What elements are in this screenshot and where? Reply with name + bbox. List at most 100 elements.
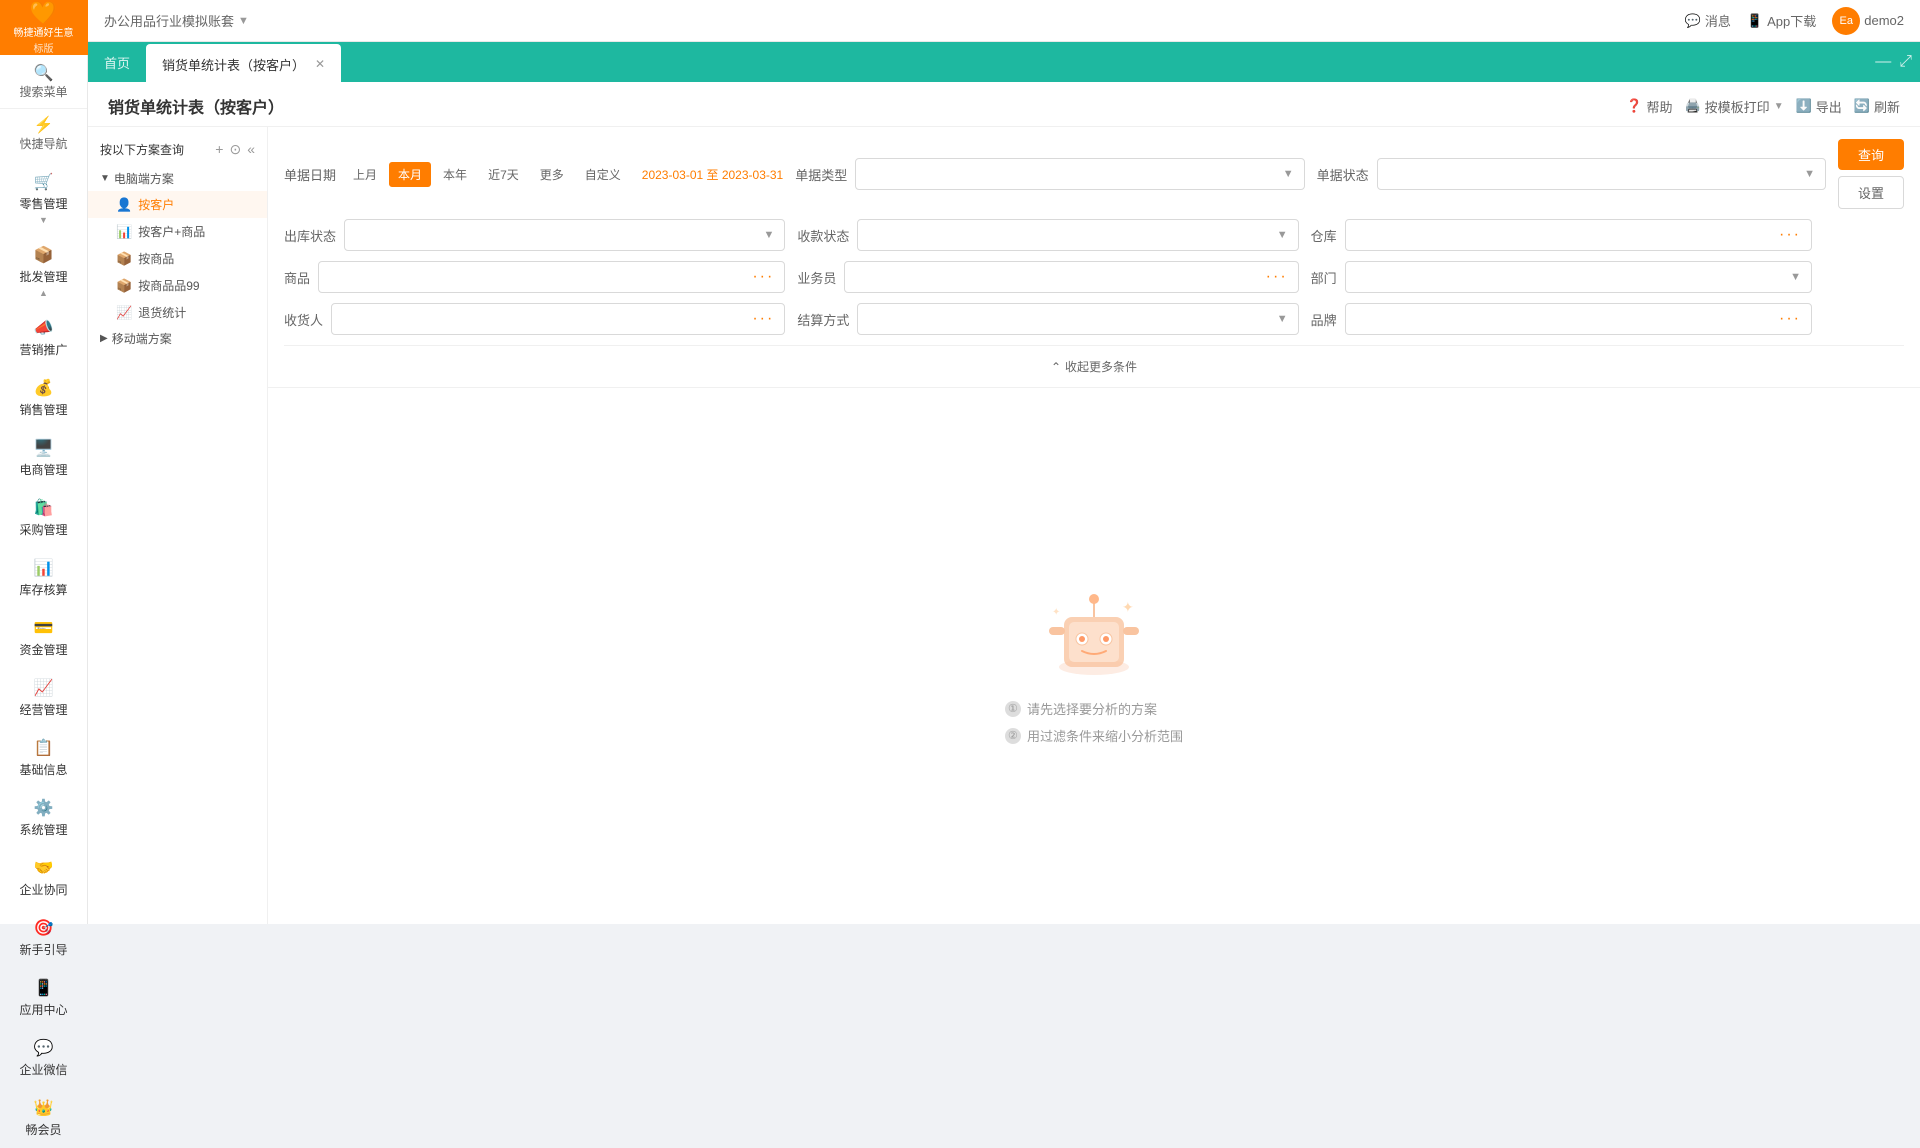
sidebar-item-member[interactable]: 👑 畅会员	[0, 1088, 87, 1148]
member-label: 畅会员	[25, 1121, 61, 1138]
salesperson-dots[interactable]: ···	[1266, 268, 1288, 286]
user-profile[interactable]: Ea demo2	[1832, 7, 1904, 35]
sidebar-search-label: 搜索菜单	[0, 83, 87, 100]
collapse-scheme-icon[interactable]: «	[247, 141, 255, 158]
sidebar-item-marketing[interactable]: 📣 营销推广	[0, 308, 87, 368]
scheme-item-by-customer[interactable]: 👤 按客户	[88, 191, 267, 218]
query-button[interactable]: 查询	[1838, 139, 1904, 170]
tab-home[interactable]: 首页	[88, 42, 146, 82]
main-area: 办公用品行业模拟账套 ▼ 💬 消息 📱 App下载 Ea demo2 首页	[88, 0, 1920, 924]
tab-minimize-btn[interactable]: —	[1875, 53, 1891, 71]
collapse-button[interactable]: ⌃ 收起更多条件	[1035, 352, 1153, 381]
ecommerce-label: 电商管理	[19, 461, 67, 478]
sidebar: 🧡 畅捷通好生意 标版 🔍 搜索菜单 ⚡ 快捷导航 🛒 零售管理 ▼ 📦 批发管…	[0, 0, 88, 924]
print-btn[interactable]: 🖨️ 按模板打印 ▼	[1684, 97, 1783, 116]
settings-scheme-icon[interactable]: ⊙	[229, 141, 241, 158]
product-select[interactable]: ···	[318, 261, 785, 293]
sidebar-item-retail[interactable]: 🛒 零售管理 ▼	[0, 162, 87, 235]
receiver-dots[interactable]: ···	[752, 310, 774, 328]
setting-button[interactable]: 设置	[1838, 176, 1904, 209]
empty-illustration: ✦ ✦	[1034, 567, 1154, 687]
export-btn[interactable]: ⬇️ 导出	[1796, 97, 1842, 116]
app-center-label: 应用中心	[19, 1001, 67, 1018]
brand-dots[interactable]: ···	[1779, 310, 1801, 328]
receipt-status-select[interactable]: ▼	[857, 219, 1298, 251]
top-header: 办公用品行业模拟账套 ▼ 💬 消息 📱 App下载 Ea demo2	[88, 0, 1920, 42]
brand-select[interactable]: ···	[1345, 303, 1812, 335]
desktop-scheme-arrow: ▼	[100, 173, 110, 184]
marketing-icon: 📣	[34, 318, 54, 338]
svg-text:✦: ✦	[1052, 607, 1060, 618]
export-label: 导出	[1816, 97, 1842, 116]
finance-label: 资金管理	[19, 641, 67, 658]
message-btn[interactable]: 💬 消息	[1685, 11, 1731, 30]
sidebar-item-sales[interactable]: 💰 销售管理	[0, 368, 87, 428]
date-btn-7days[interactable]: 近7天	[479, 162, 528, 187]
empty-hint-1: ① 请先选择要分析的方案	[1005, 699, 1183, 718]
sidebar-item-search[interactable]: 🔍 搜索菜单	[0, 55, 87, 109]
sidebar-item-newbie[interactable]: 🎯 新手引导	[0, 908, 87, 968]
filter-row-3: 商品 ··· 业务员 ···	[284, 261, 1904, 293]
date-btn-more[interactable]: 更多	[531, 162, 573, 187]
workspace-dropdown-icon: ▼	[238, 15, 249, 27]
sales-icon: 💰	[34, 378, 54, 398]
salesperson-select[interactable]: ···	[844, 261, 1298, 293]
sidebar-item-wholesale[interactable]: 📦 批发管理 ▲	[0, 235, 87, 308]
tab-sales-stat[interactable]: 销货单统计表（按客户） ✕	[146, 44, 341, 84]
tab-maximize-btn[interactable]: ⤢	[1899, 53, 1912, 71]
doc-type-filter: 单据类型 ▼	[795, 158, 1304, 190]
sidebar-item-purchase[interactable]: 🛍️ 采购管理	[0, 488, 87, 548]
department-select[interactable]: ▼	[1345, 261, 1812, 293]
receiver-select[interactable]: ···	[331, 303, 785, 335]
app-download-btn[interactable]: 📱 App下载	[1747, 11, 1816, 30]
refresh-btn[interactable]: 🔄 刷新	[1854, 97, 1900, 116]
content-area: 按以下方案查询 + ⊙ « ▼ 电脑端方案 👤 按客户	[88, 127, 1920, 924]
doc-status-select[interactable]: ▼	[1377, 158, 1826, 190]
date-btn-custom[interactable]: 自定义	[576, 162, 630, 187]
sidebar-item-ecommerce[interactable]: 🖥️ 电商管理	[0, 428, 87, 488]
product-dots[interactable]: ···	[752, 268, 774, 286]
date-btn-last-month[interactable]: 上月	[344, 162, 386, 187]
avatar: Ea	[1832, 7, 1860, 35]
sidebar-item-inventory[interactable]: 📊 库存核算	[0, 548, 87, 608]
receipt-status-label: 收款状态	[797, 226, 849, 245]
tab-close-icon[interactable]: ✕	[315, 57, 325, 71]
out-status-label: 出库状态	[284, 226, 336, 245]
filter-row-2: 出库状态 ▼ 收款状态 ▼	[284, 219, 1904, 251]
mobile-scheme-header[interactable]: ▶ 移动端方案	[88, 326, 267, 351]
empty-text: ① 请先选择要分析的方案 ② 用过滤条件来缩小分析范围	[1005, 699, 1183, 745]
system-label: 系统管理	[19, 821, 67, 838]
help-btn[interactable]: ❓ 帮助	[1626, 97, 1672, 116]
doc-type-select[interactable]: ▼	[855, 158, 1304, 190]
scheme-item-return-stat[interactable]: 📈 退货统计	[88, 299, 267, 326]
newbie-label: 新手引导	[19, 941, 67, 958]
receiver-label: 收货人	[284, 310, 323, 329]
add-scheme-icon[interactable]: +	[215, 141, 223, 158]
empty-state: ✦ ✦ ① 请先选择要分析的方案 ② 用过滤条件来缩小分析范围	[1005, 567, 1183, 745]
retail-arrow: ▼	[39, 215, 48, 225]
sidebar-item-enterprise[interactable]: 🤝 企业协同	[0, 848, 87, 908]
desktop-scheme-header[interactable]: ▼ 电脑端方案	[88, 166, 267, 191]
settlement-select[interactable]: ▼	[857, 303, 1298, 335]
sidebar-item-basic[interactable]: 📋 基础信息	[0, 728, 87, 788]
doc-status-arrow: ▼	[1804, 168, 1815, 180]
out-status-select[interactable]: ▼	[344, 219, 785, 251]
logo[interactable]: 🧡 畅捷通好生意 标版	[0, 0, 88, 55]
scheme-item-by-customer-product[interactable]: 📊 按客户+商品	[88, 218, 267, 245]
date-range-display: 2023-03-01 至 2023-03-31	[642, 166, 783, 183]
sidebar-item-operation[interactable]: 📈 经营管理	[0, 668, 87, 728]
warehouse-dots[interactable]: ···	[1779, 226, 1801, 244]
sidebar-item-system[interactable]: ⚙️ 系统管理	[0, 788, 87, 848]
workspace-selector[interactable]: 办公用品行业模拟账套 ▼	[104, 11, 249, 30]
inventory-label: 库存核算	[19, 581, 67, 598]
sidebar-item-enterprise-wechat[interactable]: 💬 企业微信	[0, 1028, 87, 1088]
warehouse-select[interactable]: ···	[1345, 219, 1812, 251]
date-btn-this-year[interactable]: 本年	[434, 162, 476, 187]
by-customer-label: 按客户	[138, 196, 174, 213]
sidebar-item-quick-nav[interactable]: ⚡ 快捷导航	[0, 109, 87, 158]
scheme-item-by-product[interactable]: 📦 按商品	[88, 245, 267, 272]
sidebar-item-app-center[interactable]: 📱 应用中心	[0, 968, 87, 1028]
date-btn-this-month[interactable]: 本月	[389, 162, 431, 187]
sidebar-item-finance[interactable]: 💳 资金管理	[0, 608, 87, 668]
scheme-item-by-product-99[interactable]: 📦 按商品品99	[88, 272, 267, 299]
